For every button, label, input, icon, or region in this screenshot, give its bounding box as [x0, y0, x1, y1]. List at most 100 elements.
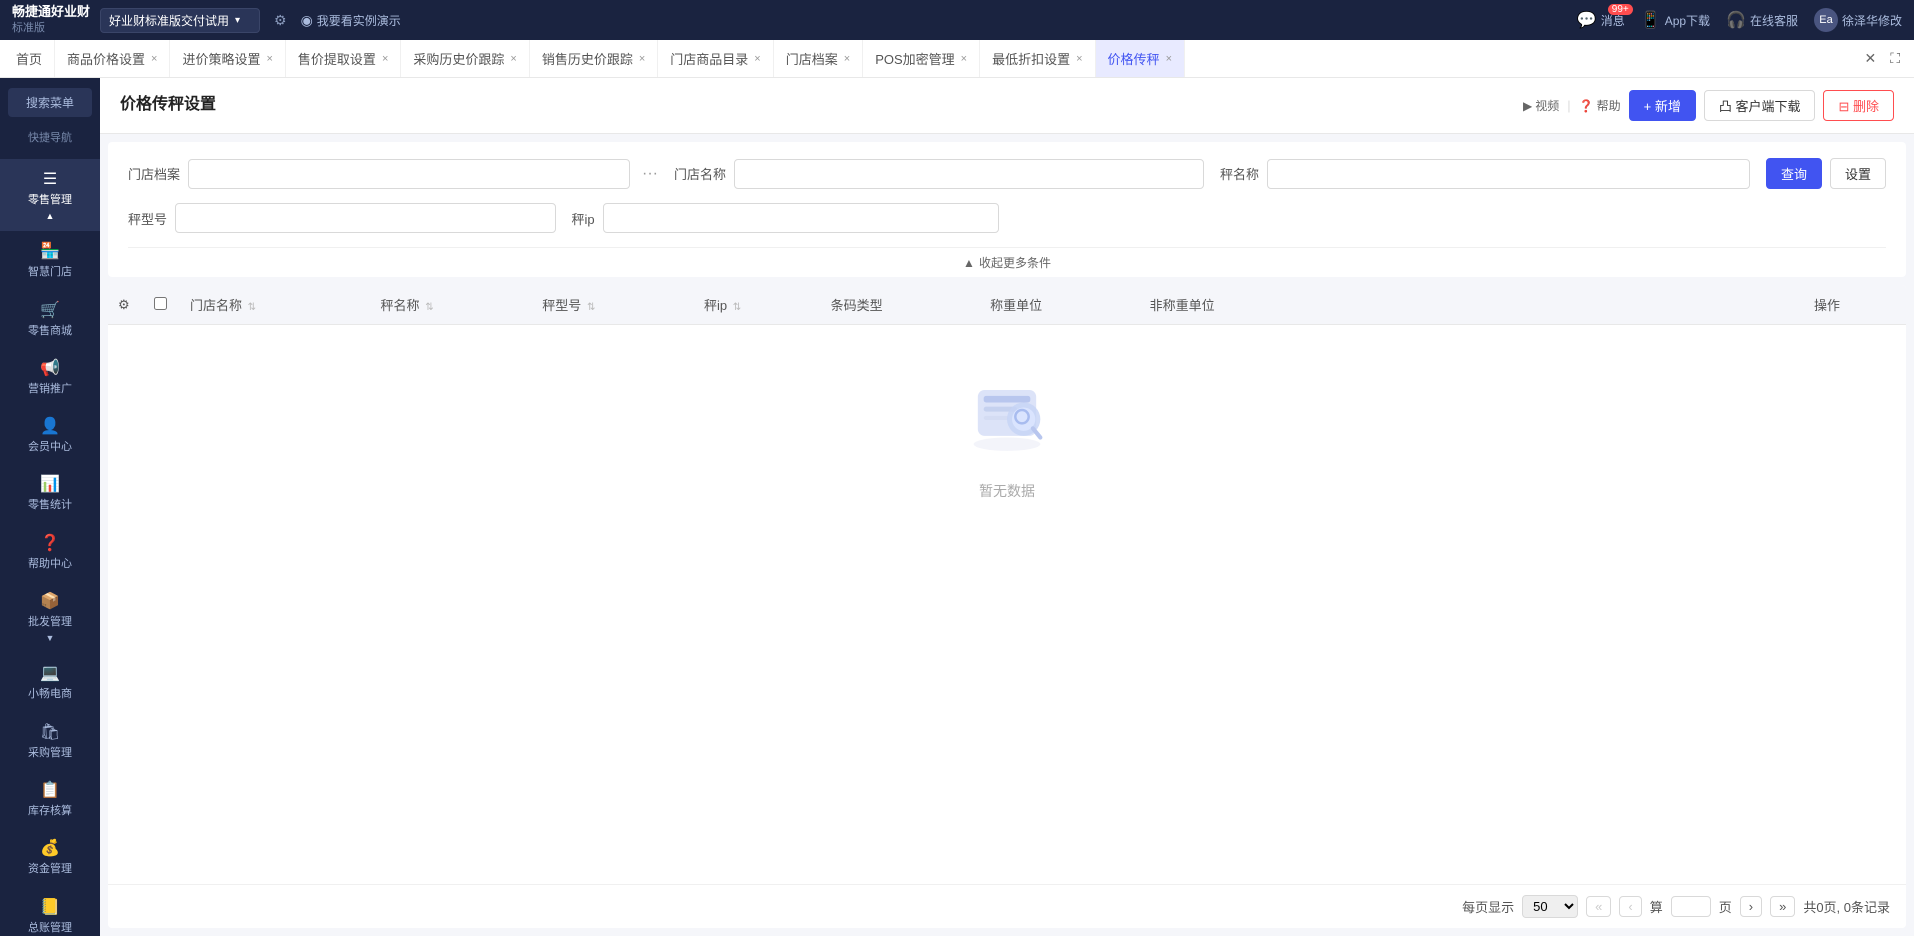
main-layout: 搜索菜单 快捷导航 ☰ 零售管理 ▲ 🏪 智慧门店 🛒 零售商城 📢 营销推广 … [0, 78, 1914, 936]
message-button[interactable]: 💬 消息 99+ [1577, 10, 1625, 30]
sidebar-item-retail-mall[interactable]: 🛒 零售商城 [0, 290, 100, 348]
select-all-checkbox[interactable] [154, 297, 167, 310]
next-page-button[interactable]: › [1740, 896, 1762, 917]
sidebar-item-help-center[interactable]: ❓ 帮助中心 [0, 523, 100, 581]
sidebar-item-ledger-mgmt[interactable]: 📒 总账管理 [0, 887, 100, 936]
sidebar-item-member[interactable]: 👤 会员中心 [0, 406, 100, 464]
retail-stats-icon: 📊 [40, 474, 60, 494]
sidebar-item-purchase-mgmt[interactable]: 🛍 采购管理 [0, 712, 100, 770]
scale-ip-input[interactable] [603, 203, 999, 233]
sidebar-item-label: 小畅电商 [28, 687, 72, 701]
more-options-icon[interactable]: ··· [642, 165, 658, 183]
store-name-input[interactable] [734, 159, 1204, 189]
total-info: 共0页, 0条记录 [1803, 897, 1890, 916]
sidebar-item-label: 采购管理 [28, 746, 72, 760]
close-icon[interactable]: × [1076, 53, 1082, 65]
tab-home[interactable]: 首页 [4, 40, 55, 78]
tab-min-discount[interactable]: 最低折扣设置 × [980, 40, 1095, 78]
search-menu-button[interactable]: 搜索菜单 [8, 88, 92, 117]
sidebar-item-finance-mgmt[interactable]: 💰 资金管理 [0, 828, 100, 886]
tab-purchase-history[interactable]: 采购历史价跟踪 × [401, 40, 529, 78]
sidebar-search-section: 搜索菜单 [0, 78, 100, 123]
close-icon[interactable]: × [151, 53, 157, 65]
first-page-button[interactable]: « [1586, 896, 1611, 917]
tab-price-scale[interactable]: 价格传秤 × [1096, 40, 1185, 78]
demo-link[interactable]: ◉ 我要看实例演示 [301, 12, 401, 29]
retail-mall-icon: 🛒 [40, 300, 60, 320]
tab-price-setting[interactable]: 商品价格设置 × [55, 40, 170, 78]
close-icon[interactable]: × [266, 53, 272, 65]
close-icon[interactable]: × [754, 53, 760, 65]
gear-icon[interactable]: ⚙ [118, 297, 130, 312]
close-icon[interactable]: × [1166, 53, 1172, 65]
ledger-mgmt-icon: 📒 [40, 897, 60, 917]
online-service-button[interactable]: 🎧 在线客服 [1726, 10, 1798, 30]
user-menu[interactable]: Ea 徐泽华修改 [1814, 8, 1902, 32]
scale-name-input[interactable] [1267, 159, 1750, 189]
scale-ip-label: 秤ip [572, 209, 595, 228]
help-center-icon: ❓ [40, 533, 60, 553]
demo-label: 我要看实例演示 [317, 12, 401, 29]
maximize-icon[interactable]: ⛶ [1886, 46, 1904, 71]
sidebar-item-xiaochangec[interactable]: 💻 小畅电商 [0, 653, 100, 711]
collapse-button[interactable]: ▲ 收起更多条件 [128, 247, 1886, 277]
app-download-button[interactable]: 📱 App下载 [1641, 10, 1710, 30]
scale-model-input[interactable] [175, 203, 555, 233]
sidebar-item-stock-settle[interactable]: 📋 库存核算 [0, 770, 100, 828]
tab-pos-management[interactable]: POS加密管理 × [863, 40, 980, 78]
sidebar-item-label: 营销推广 [28, 382, 72, 396]
video-link[interactable]: ▶ 视频 [1523, 97, 1559, 114]
page-title: 价格传秤设置 [120, 90, 216, 126]
sidebar-item-marketing[interactable]: 📢 营销推广 [0, 348, 100, 406]
th-scale-name-label: 秤名称 [381, 298, 420, 313]
tab-sale-history[interactable]: 销售历史价跟踪 × [530, 40, 658, 78]
delete-button[interactable]: ⊟ 删除 [1823, 90, 1894, 121]
tab-store-profile[interactable]: 门店档案 × [774, 40, 863, 78]
sidebar-item-retail-mgmt[interactable]: ☰ 零售管理 ▲ [0, 159, 100, 231]
tab-min-discount-label: 最低折扣设置 [992, 49, 1070, 68]
per-page-select[interactable]: 50 20 100 [1522, 895, 1578, 918]
close-icon[interactable]: × [639, 53, 645, 65]
query-button[interactable]: 查询 [1766, 158, 1822, 189]
current-page-input[interactable]: 1 [1671, 896, 1711, 917]
sort-icon[interactable]: ⇅ [248, 302, 256, 313]
per-page-label: 每页显示 [1462, 897, 1514, 916]
close-icon[interactable]: × [510, 53, 516, 65]
close-icon[interactable]: × [844, 53, 850, 65]
download-button[interactable]: 凸 客户端下载 [1704, 90, 1816, 121]
tab-store-catalog[interactable]: 门店商品目录 × [658, 40, 773, 78]
last-page-button[interactable]: » [1770, 896, 1795, 917]
settings-icon[interactable]: ⚙ [270, 8, 291, 33]
scale-model-label: 秤型号 [128, 209, 167, 228]
store-profile-input[interactable] [188, 159, 630, 189]
finance-mgmt-icon: 💰 [40, 838, 60, 858]
prev-page-button[interactable]: ‹ [1619, 896, 1641, 917]
content-area: 价格传秤设置 ▶ 视频 | ❓ 帮助 + 新增 凸 客户端下载 ⊟ 删除 [100, 78, 1914, 936]
online-service-label: 在线客服 [1750, 12, 1798, 29]
sidebar-item-retail-stats[interactable]: 📊 零售统计 [0, 464, 100, 522]
store-name-label: 门店名称 [674, 164, 726, 183]
close-icon[interactable]: × [382, 53, 388, 65]
table-container: ⚙ 门店名称 ⇅ 秤名称 ⇅ [108, 285, 1906, 884]
sidebar: 搜索菜单 快捷导航 ☰ 零售管理 ▲ 🏪 智慧门店 🛒 零售商城 📢 营销推广 … [0, 78, 100, 936]
th-store-name-label: 门店名称 [190, 298, 242, 313]
th-operation-label: 操作 [1814, 298, 1840, 313]
page-word: 算 [1650, 897, 1663, 916]
add-button[interactable]: + 新增 [1629, 90, 1696, 121]
sort-icon[interactable]: ⇅ [425, 302, 433, 313]
help-link[interactable]: ❓ 帮助 [1579, 97, 1621, 114]
sidebar-item-smart-store[interactable]: 🏪 智慧门店 [0, 231, 100, 289]
tab-purchase-strategy[interactable]: 进价策略设置 × [170, 40, 285, 78]
settings-button[interactable]: 设置 [1830, 158, 1886, 189]
sidebar-item-label: 智慧门店 [28, 265, 72, 279]
sort-icon[interactable]: ⇅ [733, 302, 741, 313]
marketing-icon: 📢 [40, 358, 60, 378]
close-icon[interactable]: × [961, 53, 967, 65]
sort-icon[interactable]: ⇅ [587, 302, 595, 313]
close-window-icon[interactable]: ✕ [1860, 46, 1880, 71]
tab-sale-extract[interactable]: 售价提取设置 × [286, 40, 401, 78]
sidebar-quick-nav[interactable]: 快捷导航 [0, 123, 100, 151]
version-select[interactable]: 好业财标准版交付试用 ▾ [100, 8, 260, 33]
sidebar-item-wholesale-mgmt[interactable]: 📦 批发管理 ▼ [0, 581, 100, 653]
top-bar: 畅捷通好业财 标准版 好业财标准版交付试用 ▾ ⚙ ◉ 我要看实例演示 💬 消息… [0, 0, 1914, 40]
